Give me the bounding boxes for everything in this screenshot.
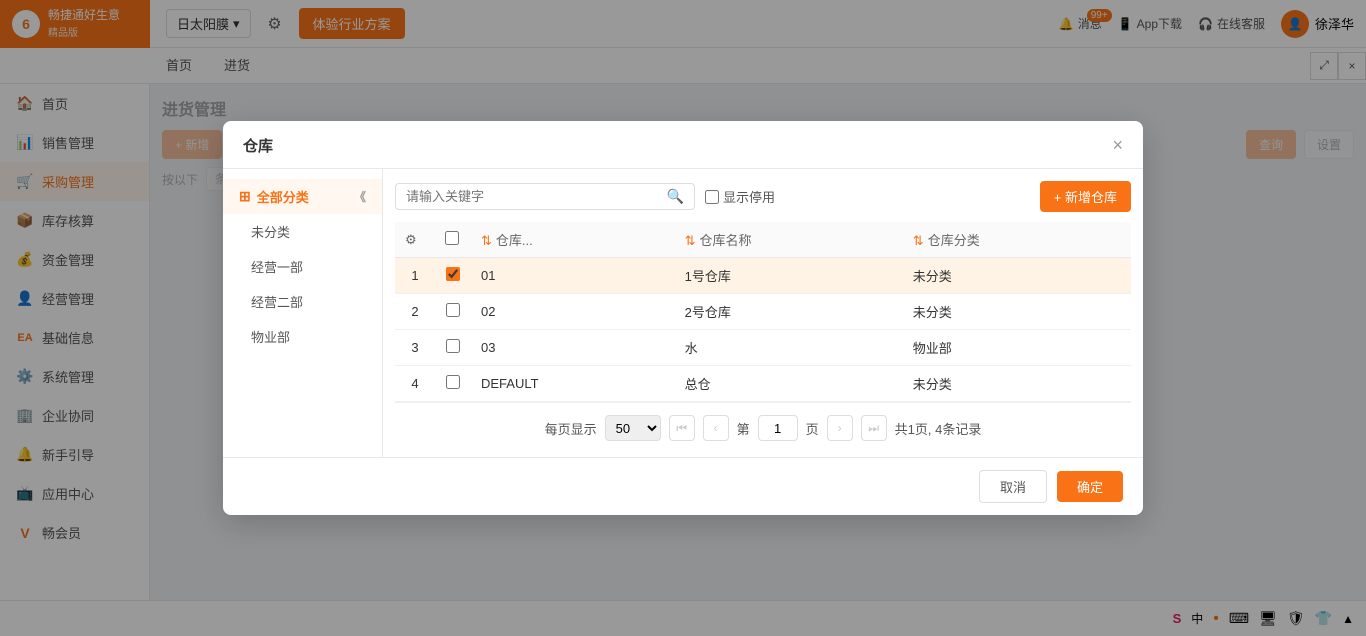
show-disabled-checkbox[interactable]	[705, 190, 719, 204]
sort-icon-category: ⇅	[913, 233, 924, 248]
table-row[interactable]: 2 02 2号仓库 未分类	[395, 294, 1131, 330]
add-warehouse-button[interactable]: + 新增仓库	[1040, 181, 1131, 212]
row-num: 3	[395, 330, 435, 366]
page-prev-button[interactable]: ‹	[703, 415, 729, 441]
warehouse-table: ⚙ ⇅仓库... ⇅仓库名称	[395, 222, 1131, 402]
row-code: 02	[471, 294, 675, 330]
page-first-button[interactable]: ⏮	[669, 415, 695, 441]
modal-footer: 取消 确定	[223, 457, 1143, 515]
row-name: 1号仓库	[675, 258, 903, 294]
modal-header: 仓库 ×	[223, 121, 1143, 169]
row-checkbox-cell	[435, 294, 471, 330]
row-checkbox-cell	[435, 330, 471, 366]
grid-icon: ⊞	[239, 188, 251, 205]
row-num: 1	[395, 258, 435, 294]
modal-overlay: 仓库 × ⊞ 全部分类 《 未分类 经营一部 经营二部 物业部	[0, 0, 1366, 636]
row-num: 4	[395, 366, 435, 402]
category-panel: ⊞ 全部分类 《 未分类 经营一部 经营二部 物业部	[223, 169, 383, 457]
table-panel: 🔍 显示停用 + 新增仓库 ⚙	[383, 169, 1143, 457]
category-all[interactable]: ⊞ 全部分类 《	[223, 179, 382, 214]
col-code-header: ⇅仓库...	[471, 222, 675, 258]
confirm-button[interactable]: 确定	[1057, 471, 1123, 502]
page-last-button[interactable]: ⏭	[861, 415, 887, 441]
per-page-label: 每页显示	[545, 419, 597, 438]
row-checkbox[interactable]	[446, 339, 460, 353]
row-checkbox[interactable]	[446, 303, 460, 317]
row-checkbox-cell	[435, 258, 471, 294]
table-row[interactable]: 4 DEFAULT 总仓 未分类	[395, 366, 1131, 402]
col-category-header: ⇅仓库分类	[903, 222, 1131, 258]
row-name: 水	[675, 330, 903, 366]
select-all-checkbox[interactable]	[445, 231, 459, 245]
cat-item-unclassified[interactable]: 未分类	[223, 214, 382, 249]
row-category: 未分类	[903, 294, 1131, 330]
table-row[interactable]: 1 01 1号仓库 未分类	[395, 258, 1131, 294]
show-disabled-label: 显示停用	[705, 187, 775, 206]
page-label-pre: 第	[737, 419, 750, 438]
page-label-post: 页	[806, 419, 819, 438]
row-name: 2号仓库	[675, 294, 903, 330]
per-page-select[interactable]: 50 100 200	[605, 415, 661, 441]
row-name: 总仓	[675, 366, 903, 402]
pagination: 每页显示 50 100 200 ⏮ ‹ 第 页 › ⏭ 共1页, 4条记录	[395, 402, 1131, 445]
sort-icon-name: ⇅	[685, 233, 696, 248]
warehouse-modal: 仓库 × ⊞ 全部分类 《 未分类 经营一部 经营二部 物业部	[223, 121, 1143, 515]
modal-body: ⊞ 全部分类 《 未分类 经营一部 经营二部 物业部 🔍	[223, 169, 1143, 457]
category-all-label: 全部分类	[257, 187, 309, 206]
row-code: 01	[471, 258, 675, 294]
col-gear: ⚙	[395, 222, 435, 258]
collapse-arrow-icon[interactable]: 《	[354, 188, 366, 205]
row-checkbox[interactable]	[446, 267, 460, 281]
table-toolbar: 🔍 显示停用 + 新增仓库	[395, 181, 1131, 212]
row-category: 未分类	[903, 366, 1131, 402]
table-row[interactable]: 3 03 水 物业部	[395, 330, 1131, 366]
col-name-header: ⇅仓库名称	[675, 222, 903, 258]
page-input[interactable]	[758, 415, 798, 441]
search-input[interactable]	[406, 189, 661, 204]
cat-item-ops1[interactable]: 经营一部	[223, 249, 382, 284]
cat-item-property[interactable]: 物业部	[223, 319, 382, 354]
row-num: 2	[395, 294, 435, 330]
page-next-button[interactable]: ›	[827, 415, 853, 441]
search-box: 🔍	[395, 183, 695, 210]
cat-item-ops2[interactable]: 经营二部	[223, 284, 382, 319]
modal-close-button[interactable]: ×	[1112, 135, 1123, 156]
table-header-row: ⚙ ⇅仓库... ⇅仓库名称	[395, 222, 1131, 258]
cancel-button[interactable]: 取消	[979, 470, 1047, 503]
row-checkbox-cell	[435, 366, 471, 402]
col-check	[435, 222, 471, 258]
row-code: 03	[471, 330, 675, 366]
modal-title: 仓库	[243, 135, 273, 156]
row-category: 物业部	[903, 330, 1131, 366]
sort-icon-code: ⇅	[481, 233, 492, 248]
total-info: 共1页, 4条记录	[895, 419, 982, 438]
row-category: 未分类	[903, 258, 1131, 294]
row-code: DEFAULT	[471, 366, 675, 402]
row-checkbox[interactable]	[446, 375, 460, 389]
search-icon: 🔍	[667, 188, 684, 205]
